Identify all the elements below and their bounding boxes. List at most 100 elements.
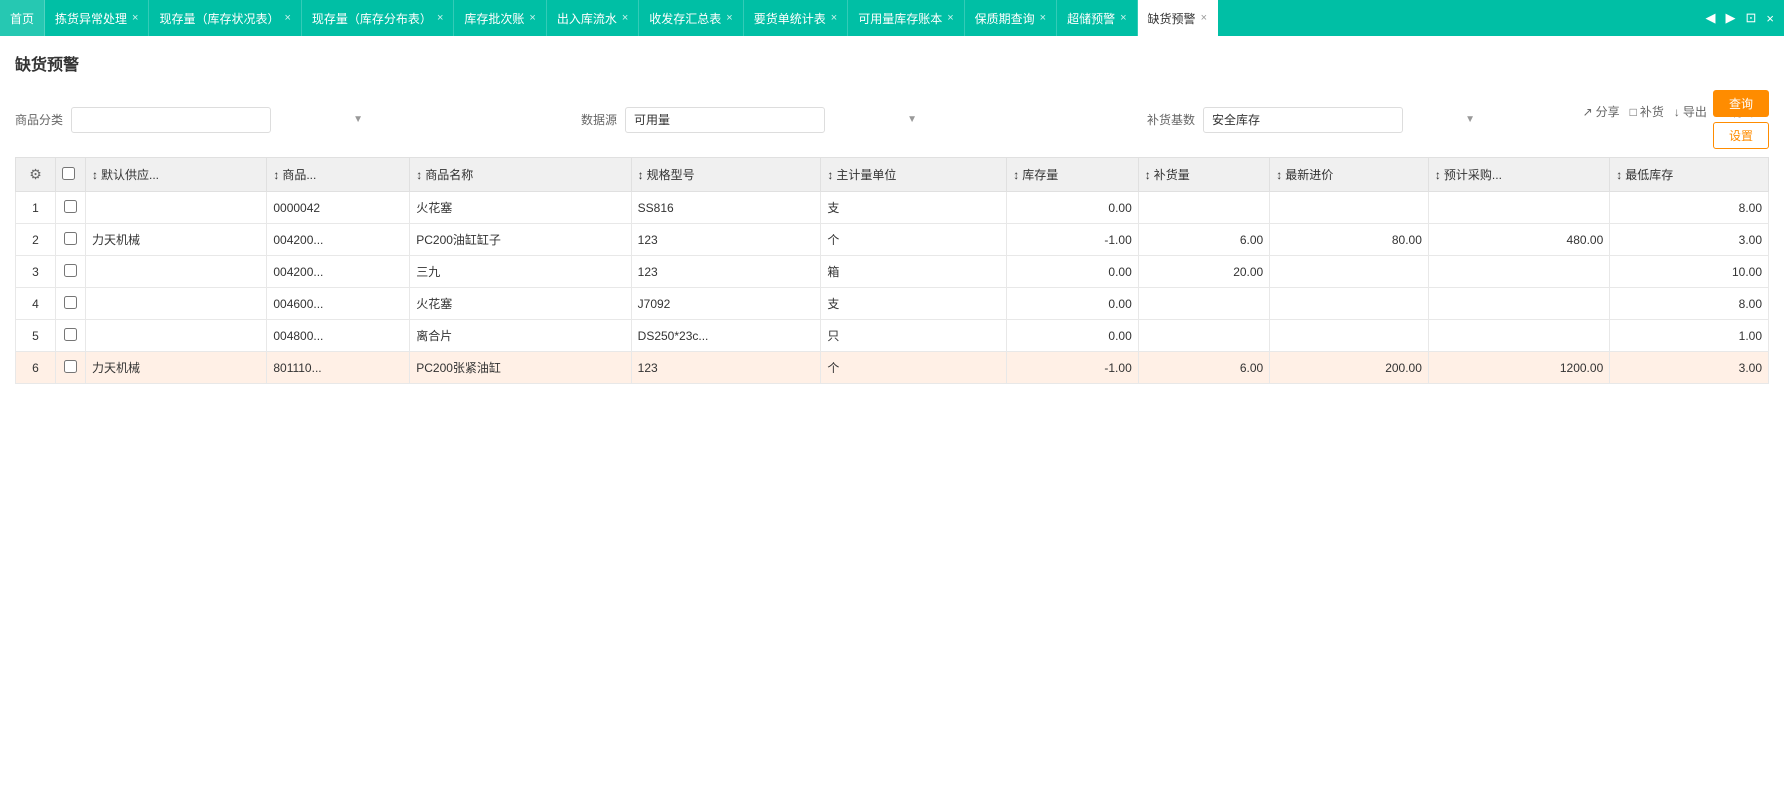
- unit-cell: 支: [821, 288, 1007, 320]
- replenish-qty-col-header[interactable]: ↕ 补货量: [1138, 158, 1269, 192]
- unit-cell: 个: [821, 352, 1007, 384]
- spec-cell: 123: [631, 224, 821, 256]
- estimated-purchase-cell: 1200.00: [1428, 352, 1609, 384]
- product-name-cell: 三九: [410, 256, 631, 288]
- nav-tab-home[interactable]: 首页: [0, 0, 45, 36]
- latest-price-cell: 200.00: [1270, 352, 1429, 384]
- row-checkbox[interactable]: [64, 264, 77, 277]
- data-table: ⚙ ↕ 默认供应... ↕ 商品...: [15, 157, 1769, 384]
- replenish-basis-select[interactable]: 安全库存: [1203, 107, 1403, 133]
- close-icon[interactable]: ×: [1040, 12, 1046, 24]
- unit-cell: 个: [821, 224, 1007, 256]
- settings-col-header[interactable]: ⚙: [16, 158, 56, 192]
- settings-icon[interactable]: ⚙: [22, 166, 49, 183]
- row-number: 1: [16, 192, 56, 224]
- stock-col-header[interactable]: ↕ 库存量: [1007, 158, 1138, 192]
- product-name-cell: 离合片: [410, 320, 631, 352]
- latest-price-cell: [1270, 288, 1429, 320]
- table-body: 1 0000042 火花塞 SS816 支 0.00 8.00 2 力天机械 0…: [16, 192, 1769, 384]
- nav-controls: ◀ ▶ ⊡ ×: [1696, 8, 1784, 28]
- replenish-basis-filter-group: 补货基数 安全库存 ▼: [1147, 107, 1693, 133]
- close-icon[interactable]: ×: [726, 12, 732, 24]
- latest-price-col-header[interactable]: ↕ 最新进价: [1270, 158, 1429, 192]
- row-checkbox-cell[interactable]: [56, 288, 86, 320]
- nav-prev-button[interactable]: ◀: [1701, 8, 1721, 28]
- window-restore-button[interactable]: ⊡: [1741, 8, 1762, 28]
- nav-next-button[interactable]: ▶: [1721, 8, 1741, 28]
- category-select[interactable]: [71, 107, 271, 133]
- row-checkbox[interactable]: [64, 296, 77, 309]
- close-icon[interactable]: ×: [947, 12, 953, 24]
- row-checkbox-cell[interactable]: [56, 352, 86, 384]
- supplier-cell: 力天机械: [86, 224, 267, 256]
- supplier-cell: [86, 288, 267, 320]
- spec-cell: J7092: [631, 288, 821, 320]
- product-name-cell: 火花塞: [410, 192, 631, 224]
- stock-cell: 0.00: [1007, 288, 1138, 320]
- supplier-col-header[interactable]: ↕ 默认供应...: [86, 158, 267, 192]
- estimated-purchase-cell: [1428, 256, 1609, 288]
- min-stock-col-header[interactable]: ↕ 最低库存: [1610, 158, 1769, 192]
- nav-tab-available[interactable]: 可用量库存账本 ×: [848, 0, 964, 36]
- nav-tab-inventory-status[interactable]: 现存量（库存状况表） ×: [149, 0, 301, 36]
- unit-col-header[interactable]: ↕ 主计量单位: [821, 158, 1007, 192]
- table-row: 2 力天机械 004200... PC200油缸缸子 123 个 -1.00 6…: [16, 224, 1769, 256]
- nav-tab-shortage[interactable]: 缺货预警 ×: [1138, 0, 1218, 36]
- stock-cell: 0.00: [1007, 192, 1138, 224]
- product-name-cell: PC200油缸缸子: [410, 224, 631, 256]
- nav-tab-requisition[interactable]: 要货单统计表 ×: [744, 0, 848, 36]
- close-icon[interactable]: ×: [284, 12, 290, 24]
- nav-tab-overstock[interactable]: 超储预警 ×: [1057, 0, 1137, 36]
- row-checkbox[interactable]: [64, 360, 77, 373]
- close-icon[interactable]: ×: [1201, 12, 1207, 24]
- row-number: 5: [16, 320, 56, 352]
- close-icon[interactable]: ×: [1120, 12, 1126, 24]
- estimated-purchase-cell: 480.00: [1428, 224, 1609, 256]
- replenish-qty-cell: [1138, 320, 1269, 352]
- product-code-col-header[interactable]: ↕ 商品...: [267, 158, 410, 192]
- nav-tab-summary[interactable]: 收发存汇总表 ×: [639, 0, 743, 36]
- product-code-cell: 004200...: [267, 224, 410, 256]
- select-all-checkbox[interactable]: [62, 167, 75, 180]
- supplier-cell: [86, 192, 267, 224]
- datasource-label: 数据源: [581, 111, 617, 128]
- estimated-purchase-cell: [1428, 192, 1609, 224]
- product-code-cell: 004200...: [267, 256, 410, 288]
- top-navigation: 首页 拣货异常处理 × 现存量（库存状况表） × 现存量（库存分布表） × 库存…: [0, 0, 1784, 36]
- supplier-cell: 力天机械: [86, 352, 267, 384]
- close-icon[interactable]: ×: [529, 12, 535, 24]
- spec-col-header[interactable]: ↕ 规格型号: [631, 158, 821, 192]
- estimated-purchase-col-header[interactable]: ↕ 预计采购...: [1428, 158, 1609, 192]
- window-close-button[interactable]: ×: [1761, 9, 1779, 28]
- row-number: 3: [16, 256, 56, 288]
- product-name-cell: 火花塞: [410, 288, 631, 320]
- close-icon[interactable]: ×: [437, 12, 443, 24]
- supplier-cell: [86, 256, 267, 288]
- page-title: 缺货预警: [15, 51, 1769, 75]
- table-row: 6 力天机械 801110... PC200张紧油缸 123 个 -1.00 6…: [16, 352, 1769, 384]
- close-icon[interactable]: ×: [622, 12, 628, 24]
- close-icon[interactable]: ×: [831, 12, 837, 24]
- row-checkbox-cell[interactable]: [56, 224, 86, 256]
- nav-tab-inventory-dist[interactable]: 现存量（库存分布表） ×: [302, 0, 454, 36]
- supplier-cell: [86, 320, 267, 352]
- main-content: 缺货预警 ↗ 分享 □ 补货 ↓ 导出 ↺ 刷新 商品分类: [0, 36, 1784, 796]
- settings-button[interactable]: 设置: [1713, 122, 1769, 149]
- row-checkbox-cell[interactable]: [56, 256, 86, 288]
- row-checkbox-cell[interactable]: [56, 192, 86, 224]
- estimated-purchase-cell: [1428, 320, 1609, 352]
- datasource-select[interactable]: 可用量: [625, 107, 825, 133]
- row-checkbox[interactable]: [64, 328, 77, 341]
- min-stock-cell: 3.00: [1610, 352, 1769, 384]
- product-name-col-header[interactable]: ↕ 商品名称: [410, 158, 631, 192]
- min-stock-cell: 8.00: [1610, 288, 1769, 320]
- nav-tab-shelf-life[interactable]: 保质期查询 ×: [965, 0, 1057, 36]
- query-button[interactable]: 查询: [1713, 90, 1769, 117]
- nav-tab-batch[interactable]: 库存批次账 ×: [454, 0, 546, 36]
- row-checkbox[interactable]: [64, 232, 77, 245]
- row-checkbox[interactable]: [64, 200, 77, 213]
- nav-tab-flow[interactable]: 出入库流水 ×: [547, 0, 639, 36]
- nav-tab-picking[interactable]: 拣货异常处理 ×: [45, 0, 149, 36]
- row-checkbox-cell[interactable]: [56, 320, 86, 352]
- close-icon[interactable]: ×: [132, 12, 138, 24]
